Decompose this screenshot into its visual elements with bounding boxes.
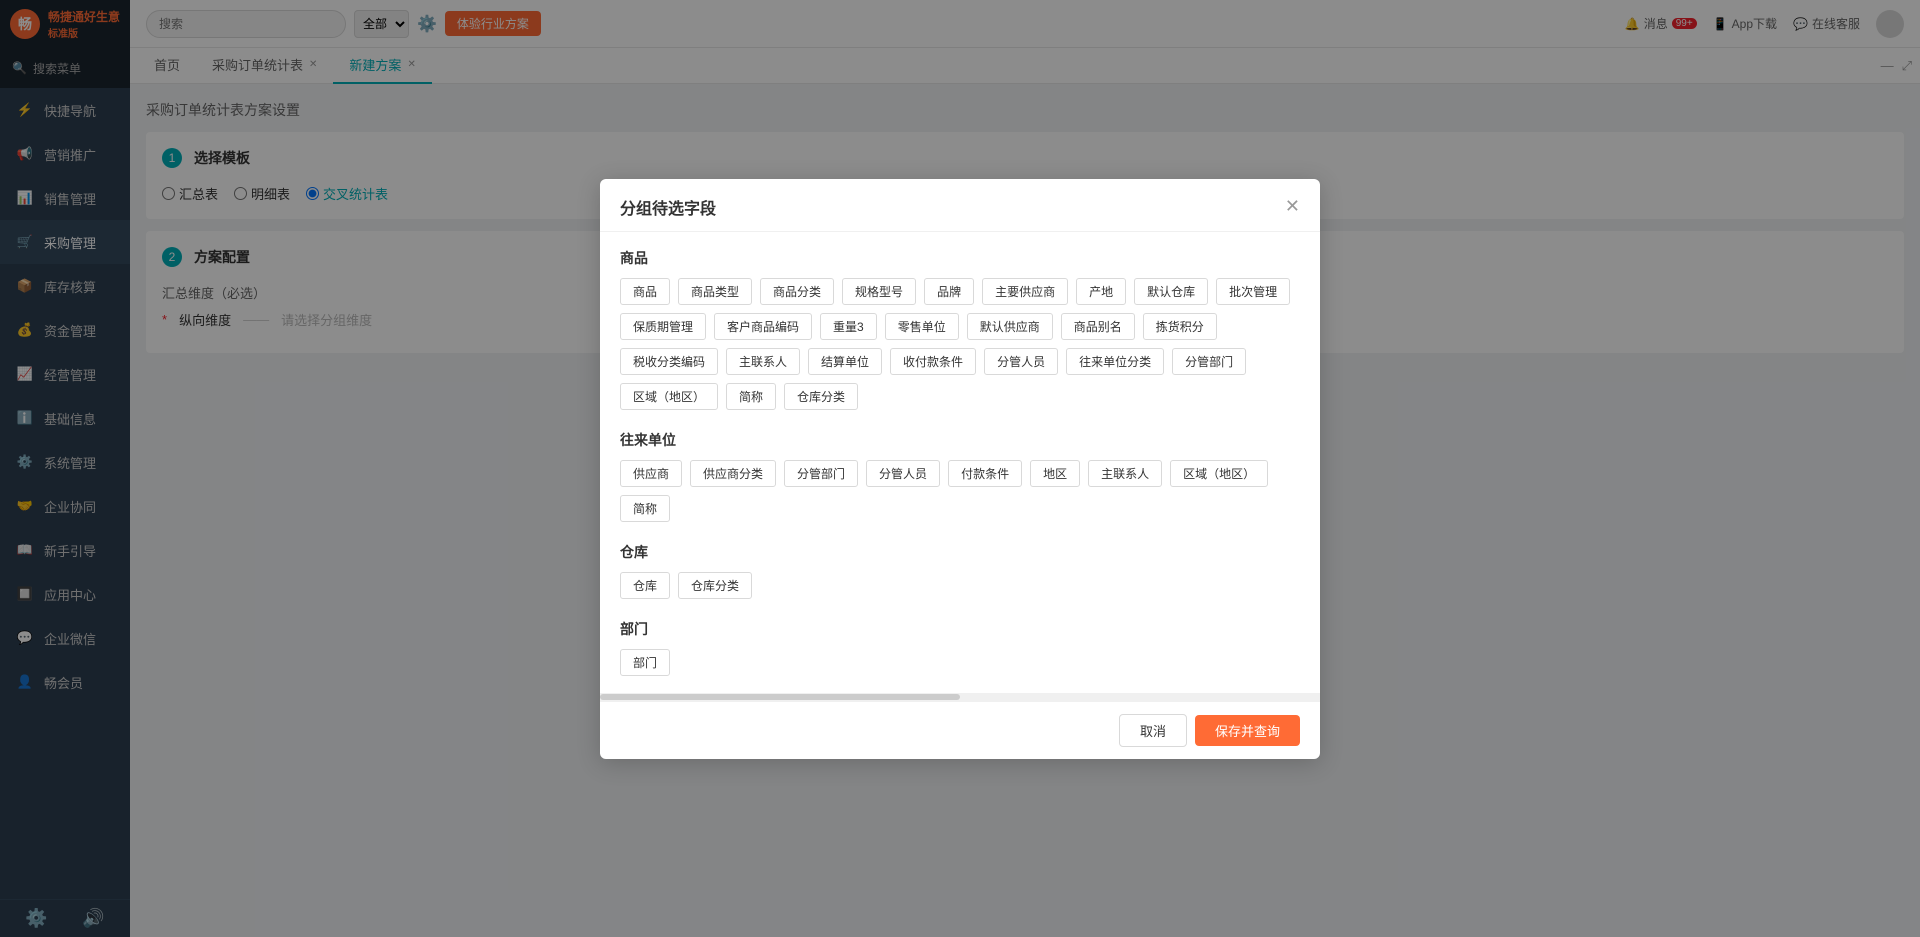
- section-title-0: 商品: [620, 248, 1300, 268]
- field-tags-1: 供应商供应商分类分管部门分管人员付款条件地区主联系人区域（地区） 简称: [620, 460, 1300, 522]
- field-tag-2-0[interactable]: 仓库: [620, 572, 670, 599]
- field-tag-0-20[interactable]: 分管人员: [984, 348, 1058, 375]
- field-tag-1-4[interactable]: 付款条件: [948, 460, 1022, 487]
- field-section-0: 商品商品商品类型商品分类规格型号品牌主要供应商产地默认仓库批次管理保质期管理客户…: [620, 248, 1300, 410]
- field-tags-3: 部门: [620, 649, 1300, 676]
- field-tag-1-0[interactable]: 供应商: [620, 460, 682, 487]
- field-tag-0-22[interactable]: 分管部门: [1172, 348, 1246, 375]
- field-section-1: 往来单位供应商供应商分类分管部门分管人员付款条件地区主联系人区域（地区） 简称: [620, 430, 1300, 522]
- modal-footer: 取消 保存并查询: [600, 701, 1320, 759]
- field-tag-1-1[interactable]: 供应商分类: [690, 460, 776, 487]
- field-select-modal: 分组待选字段 ✕ 商品商品商品类型商品分类规格型号品牌主要供应商产地默认仓库批次…: [600, 179, 1320, 759]
- modal-header: 分组待选字段 ✕: [600, 179, 1320, 232]
- field-tag-0-6[interactable]: 产地: [1076, 278, 1126, 305]
- field-tag-0-2[interactable]: 商品分类: [760, 278, 834, 305]
- field-section-2: 仓库仓库仓库分类: [620, 542, 1300, 599]
- field-tag-0-23[interactable]: 区域（地区）: [620, 383, 718, 410]
- modal-overlay: 分组待选字段 ✕ 商品商品商品类型商品分类规格型号品牌主要供应商产地默认仓库批次…: [0, 0, 1920, 937]
- field-tag-0-15[interactable]: 拣货积分: [1143, 313, 1217, 340]
- field-tag-0-17[interactable]: 主联系人: [726, 348, 800, 375]
- field-tag-0-14[interactable]: 商品别名: [1061, 313, 1135, 340]
- field-tag-0-24[interactable]: 简称: [726, 383, 776, 410]
- field-tag-0-11[interactable]: 重量3: [820, 313, 877, 340]
- field-tags-0: 商品商品类型商品分类规格型号品牌主要供应商产地默认仓库批次管理保质期管理客户商品…: [620, 278, 1300, 410]
- field-tag-0-7[interactable]: 默认仓库: [1134, 278, 1208, 305]
- field-tag-0-13[interactable]: 默认供应商: [967, 313, 1053, 340]
- field-tag-0-4[interactable]: 品牌: [924, 278, 974, 305]
- field-tags-2: 仓库仓库分类: [620, 572, 1300, 599]
- modal-body[interactable]: 商品商品商品类型商品分类规格型号品牌主要供应商产地默认仓库批次管理保质期管理客户…: [600, 232, 1320, 693]
- modal-close-icon[interactable]: ✕: [1285, 196, 1300, 217]
- field-tag-0-12[interactable]: 零售单位: [885, 313, 959, 340]
- field-tag-0-10[interactable]: 客户商品编码: [714, 313, 812, 340]
- field-tag-0-0[interactable]: 商品: [620, 278, 670, 305]
- section-title-2: 仓库: [620, 542, 1300, 562]
- field-tag-1-3[interactable]: 分管人员: [866, 460, 940, 487]
- field-tag-1-5[interactable]: 地区: [1030, 460, 1080, 487]
- modal-horizontal-scrollbar[interactable]: [600, 693, 1320, 701]
- field-tag-0-16[interactable]: 税收分类编码: [620, 348, 718, 375]
- field-tag-0-18[interactable]: 结算单位: [808, 348, 882, 375]
- field-tag-0-5[interactable]: 主要供应商: [982, 278, 1068, 305]
- field-tag-2-1[interactable]: 仓库分类: [678, 572, 752, 599]
- save-query-button[interactable]: 保存并查询: [1195, 715, 1300, 746]
- field-tag-0-25[interactable]: 仓库分类: [784, 383, 858, 410]
- field-tag-0-1[interactable]: 商品类型: [678, 278, 752, 305]
- field-section-3: 部门部门: [620, 619, 1300, 676]
- field-tag-0-19[interactable]: 收付款条件: [890, 348, 976, 375]
- field-tag-1-8[interactable]: 简称: [620, 495, 670, 522]
- modal-title: 分组待选字段: [620, 195, 716, 219]
- field-tag-3-0[interactable]: 部门: [620, 649, 670, 676]
- section-title-3: 部门: [620, 619, 1300, 639]
- field-tag-0-8[interactable]: 批次管理: [1216, 278, 1290, 305]
- field-tag-1-7[interactable]: 区域（地区）: [1170, 460, 1268, 487]
- field-tag-0-9[interactable]: 保质期管理: [620, 313, 706, 340]
- hscroll-thumb: [600, 694, 960, 700]
- field-tag-1-2[interactable]: 分管部门: [784, 460, 858, 487]
- field-tag-0-3[interactable]: 规格型号: [842, 278, 916, 305]
- cancel-button[interactable]: 取消: [1119, 714, 1187, 747]
- field-tag-0-21[interactable]: 往来单位分类: [1066, 348, 1164, 375]
- field-tag-1-6[interactable]: 主联系人: [1088, 460, 1162, 487]
- section-title-1: 往来单位: [620, 430, 1300, 450]
